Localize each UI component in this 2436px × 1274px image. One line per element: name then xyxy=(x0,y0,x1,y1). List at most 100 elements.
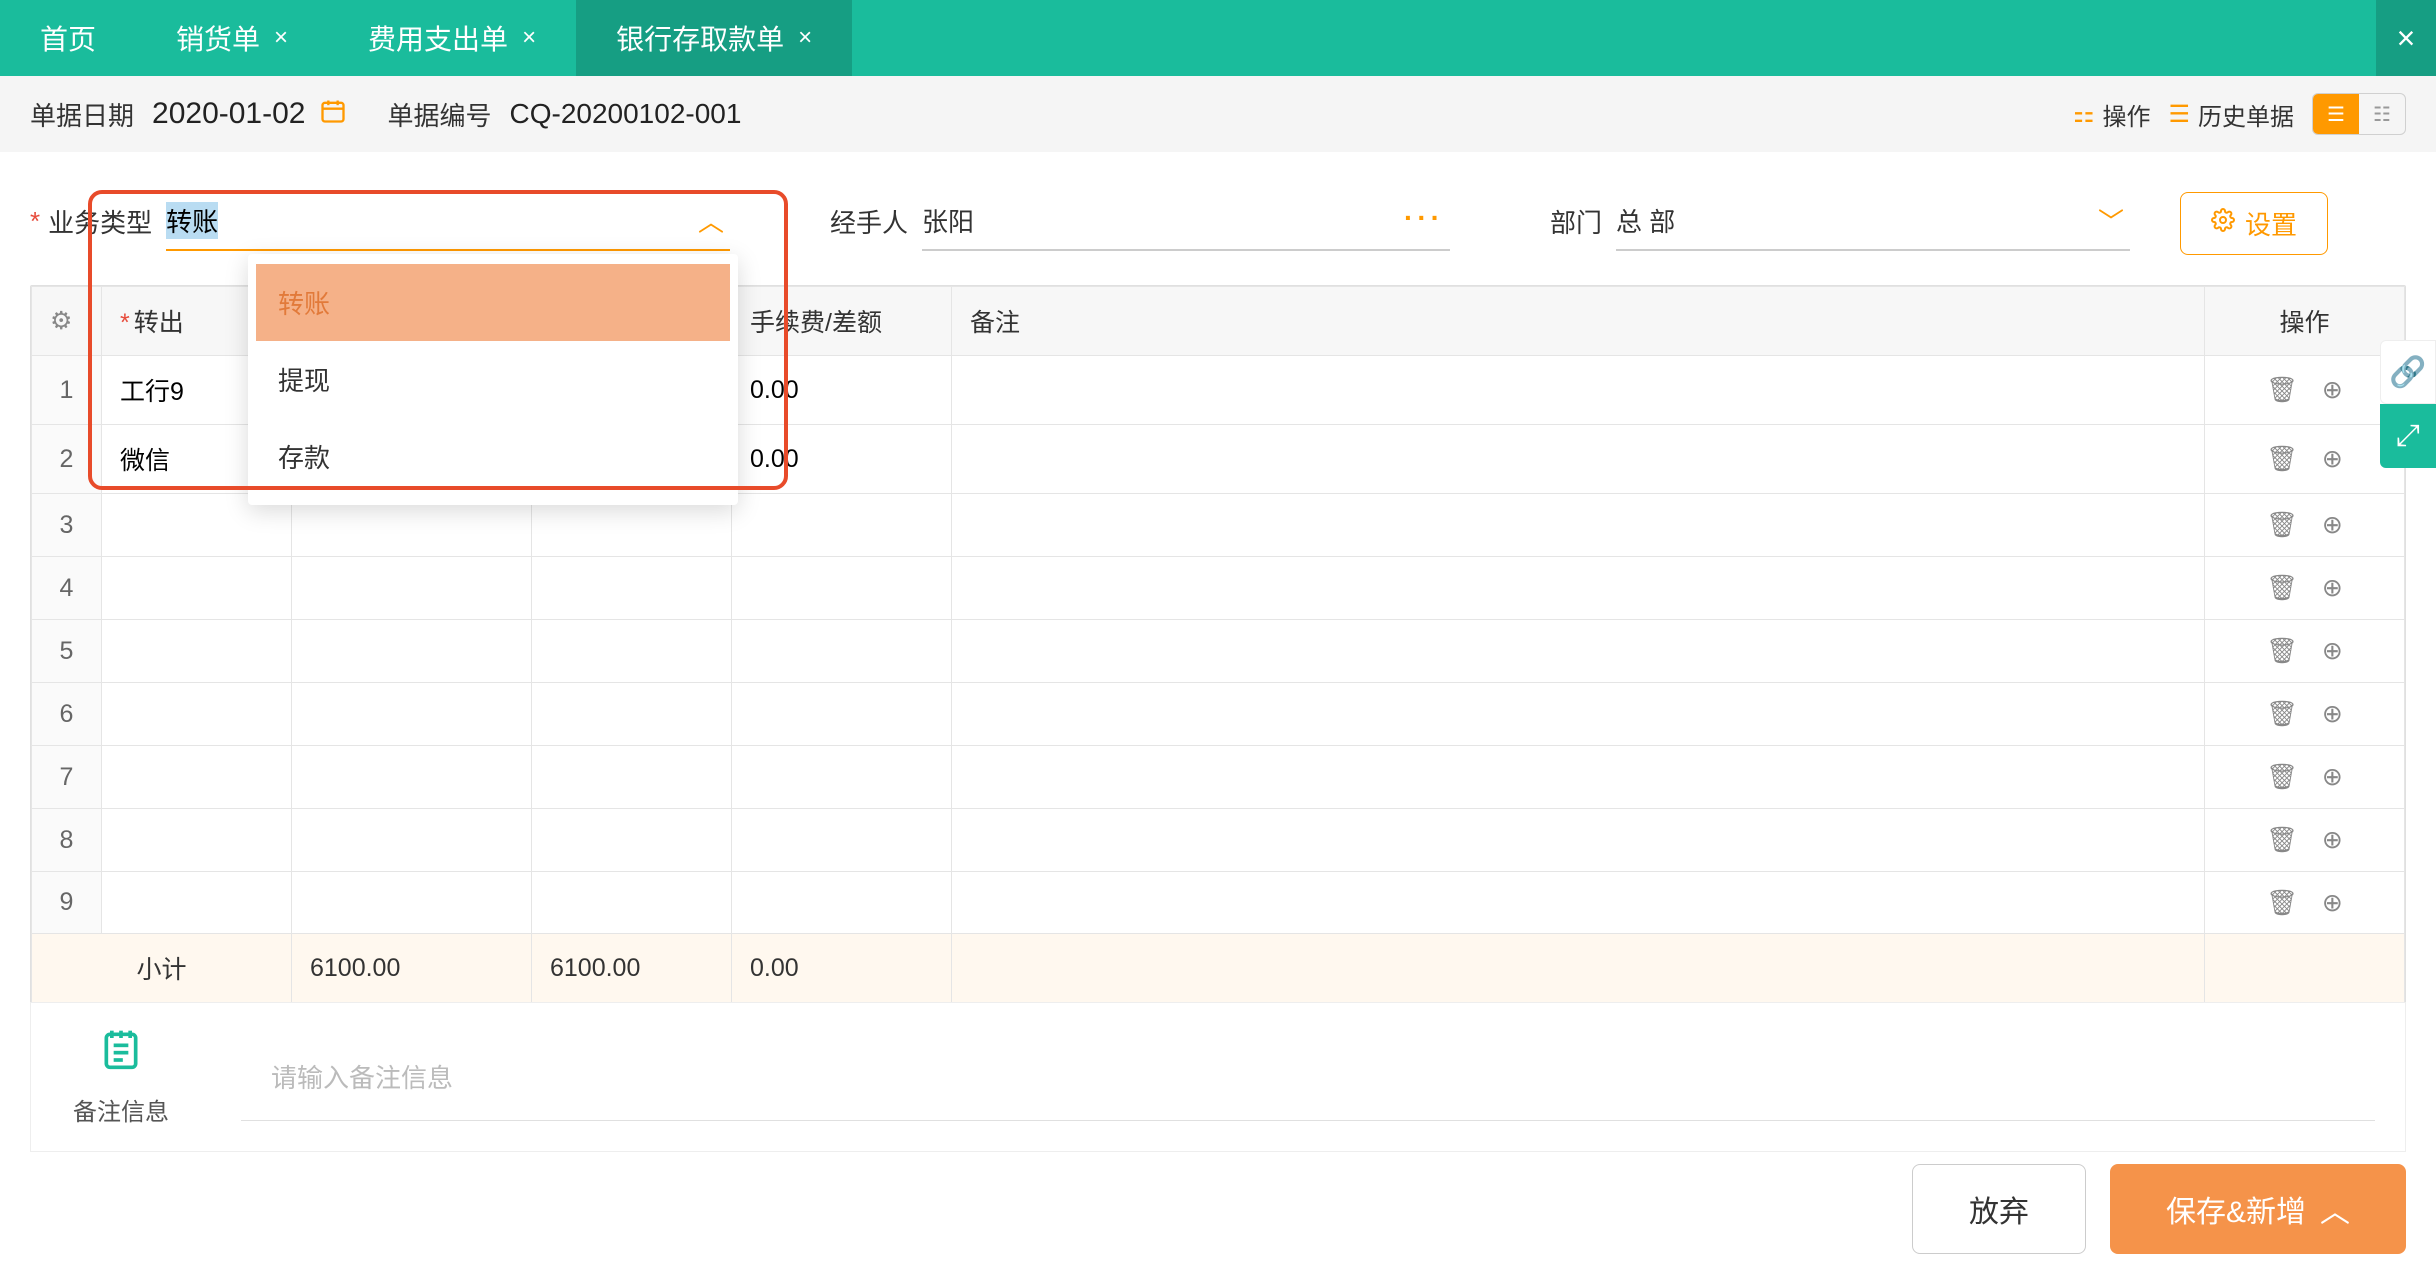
delete-icon[interactable]: 🗑 xyxy=(2266,376,2298,405)
tab-expense-label: 费用支出单 xyxy=(368,18,508,58)
delete-icon[interactable]: 🗑 xyxy=(2266,700,2298,729)
more-icon[interactable]: ··· xyxy=(1404,202,1450,239)
ops-label: 操作 xyxy=(2102,97,2150,132)
cell-action: 🗑⊕ xyxy=(2205,356,2405,425)
history-button[interactable]: ☰ 历史单据 xyxy=(2168,97,2294,132)
expand-button[interactable]: ⤢ xyxy=(2380,404,2436,468)
delete-icon[interactable]: 🗑 xyxy=(2266,574,2298,603)
info-bar: 单据日期 2020-01-02 单据编号 CQ-20200102-001 ⚏操作… xyxy=(0,76,2436,152)
col-out-label: 转出 xyxy=(134,309,184,337)
delete-icon[interactable]: 🗑 xyxy=(2266,826,2298,855)
chevron-down-icon[interactable]: ﹀ xyxy=(2098,202,2130,239)
delete-icon[interactable]: 🗑 xyxy=(2266,889,2298,918)
gear-icon: ⚙ xyxy=(50,307,72,335)
col-remark[interactable]: 备注 xyxy=(952,287,2205,356)
calendar-icon[interactable] xyxy=(319,97,347,132)
handler-value[interactable]: 张阳 xyxy=(922,202,974,239)
row-index: 1 xyxy=(32,356,102,425)
biz-type-dropdown: 转账 提现 存款 xyxy=(248,254,738,505)
num-label: 单据编号 xyxy=(387,96,491,133)
required-mark: * xyxy=(30,206,40,237)
dept-label: 部门 xyxy=(1550,203,1602,240)
cancel-button[interactable]: 放弃 xyxy=(1912,1164,2086,1254)
delete-icon[interactable]: 🗑 xyxy=(2266,511,2298,540)
tab-home[interactable]: 首页 xyxy=(0,0,136,76)
table-row[interactable]: 8🗑⊕ xyxy=(32,809,2405,872)
row-index: 2 xyxy=(32,425,102,494)
settings-button[interactable]: 设置 xyxy=(2180,192,2328,255)
close-icon[interactable]: × xyxy=(522,24,536,52)
date-label: 单据日期 xyxy=(30,96,134,133)
col-action-label: 操作 xyxy=(2279,309,2329,337)
tab-bar: 首页 销货单 × 费用支出单 × 银行存取款单 × × xyxy=(0,0,2436,76)
view-grid-button[interactable]: ☷ xyxy=(2359,94,2405,134)
dropdown-option-deposit[interactable]: 存款 xyxy=(256,418,730,495)
add-row-icon[interactable]: ⊕ xyxy=(2322,573,2343,603)
cell-fee[interactable]: 0.00 xyxy=(732,356,952,425)
chevron-up-icon: ︿ xyxy=(2320,1187,2350,1231)
add-row-icon[interactable]: ⊕ xyxy=(2322,636,2343,666)
table-row[interactable]: 9🗑⊕ xyxy=(32,872,2405,934)
side-toolbar: 🔗 ⤢ xyxy=(2380,340,2436,468)
dept-field[interactable]: 部门 总 部 ﹀ xyxy=(1550,192,2130,251)
remark-bar: 备注信息 请输入备注信息 xyxy=(30,1002,2406,1152)
delete-icon[interactable]: 🗑 xyxy=(2266,445,2298,474)
close-icon[interactable]: × xyxy=(274,24,288,52)
handler-field[interactable]: 经手人 张阳 ··· xyxy=(830,192,1450,251)
close-icon[interactable]: × xyxy=(798,24,812,52)
subtotal-out: 6100.00 xyxy=(292,934,532,1003)
tab-bank-label: 银行存取款单 xyxy=(616,18,784,58)
expand-icon: ⤢ xyxy=(2396,419,2420,453)
num-value: CQ-20200102-001 xyxy=(510,98,742,130)
add-row-icon[interactable]: ⊕ xyxy=(2322,375,2343,405)
col-action: 操作 xyxy=(2205,287,2405,356)
subtotal-fee: 0.00 xyxy=(732,934,952,1003)
list-icon: ☰ xyxy=(2168,100,2190,129)
dept-value[interactable]: 总 部 xyxy=(1616,202,1675,239)
add-row-icon[interactable]: ⊕ xyxy=(2322,825,2343,855)
tab-home-label: 首页 xyxy=(40,18,96,58)
attachment-button[interactable]: 🔗 xyxy=(2380,340,2436,404)
tab-bank-transfer[interactable]: 银行存取款单 × xyxy=(576,0,852,76)
col-gear[interactable]: ⚙ xyxy=(32,287,102,356)
delete-icon[interactable]: 🗑 xyxy=(2266,637,2298,666)
biz-type-field[interactable]: * 业务类型 转账 ︿ xyxy=(30,192,730,251)
cell-remark[interactable] xyxy=(952,356,2205,425)
view-list-button[interactable]: ☰ xyxy=(2313,94,2359,134)
table-row[interactable]: 6🗑⊕ xyxy=(32,683,2405,746)
dropdown-option-transfer[interactable]: 转账 xyxy=(256,264,730,341)
remark-input[interactable]: 请输入备注信息 xyxy=(241,1033,2375,1122)
tabbar-close-button[interactable]: × xyxy=(2376,0,2436,76)
settings-label: 设置 xyxy=(2245,205,2297,242)
save-button[interactable]: 保存&新增︿ xyxy=(2110,1164,2406,1254)
tab-expense[interactable]: 费用支出单 × xyxy=(328,0,576,76)
view-toggle: ☰ ☷ xyxy=(2312,93,2406,135)
table-row[interactable]: 5🗑⊕ xyxy=(32,620,2405,683)
history-label: 历史单据 xyxy=(2198,97,2294,132)
date-value[interactable]: 2020-01-02 xyxy=(152,97,305,131)
table-row[interactable]: 7🗑⊕ xyxy=(32,746,2405,809)
cell-fee[interactable]: 0.00 xyxy=(732,425,952,494)
table-row[interactable]: 4🗑⊕ xyxy=(32,557,2405,620)
handler-label: 经手人 xyxy=(830,203,908,240)
remark-label: 备注信息 xyxy=(73,1092,169,1127)
biz-type-value[interactable]: 转账 xyxy=(166,202,218,239)
add-row-icon[interactable]: ⊕ xyxy=(2322,510,2343,540)
tab-sales-label: 销货单 xyxy=(176,18,260,58)
subtotal-in: 6100.00 xyxy=(532,934,732,1003)
add-row-icon[interactable]: ⊕ xyxy=(2322,444,2343,474)
link-icon: 🔗 xyxy=(2389,355,2426,390)
subtotal-label: 小计 xyxy=(32,934,292,1003)
add-row-icon[interactable]: ⊕ xyxy=(2322,762,2343,792)
col-fee[interactable]: 手续费/差额 xyxy=(732,287,952,356)
add-row-icon[interactable]: ⊕ xyxy=(2322,888,2343,918)
tab-sales-order[interactable]: 销货单 × xyxy=(136,0,328,76)
dropdown-option-withdraw[interactable]: 提现 xyxy=(256,341,730,418)
add-row-icon[interactable]: ⊕ xyxy=(2322,699,2343,729)
note-icon xyxy=(99,1027,143,1082)
grid-icon: ⚏ xyxy=(2073,100,2095,129)
biz-type-label: 业务类型 xyxy=(48,203,152,240)
delete-icon[interactable]: 🗑 xyxy=(2266,763,2298,792)
ops-button[interactable]: ⚏操作 xyxy=(2073,97,2151,132)
chevron-up-icon[interactable]: ︿ xyxy=(698,202,730,239)
